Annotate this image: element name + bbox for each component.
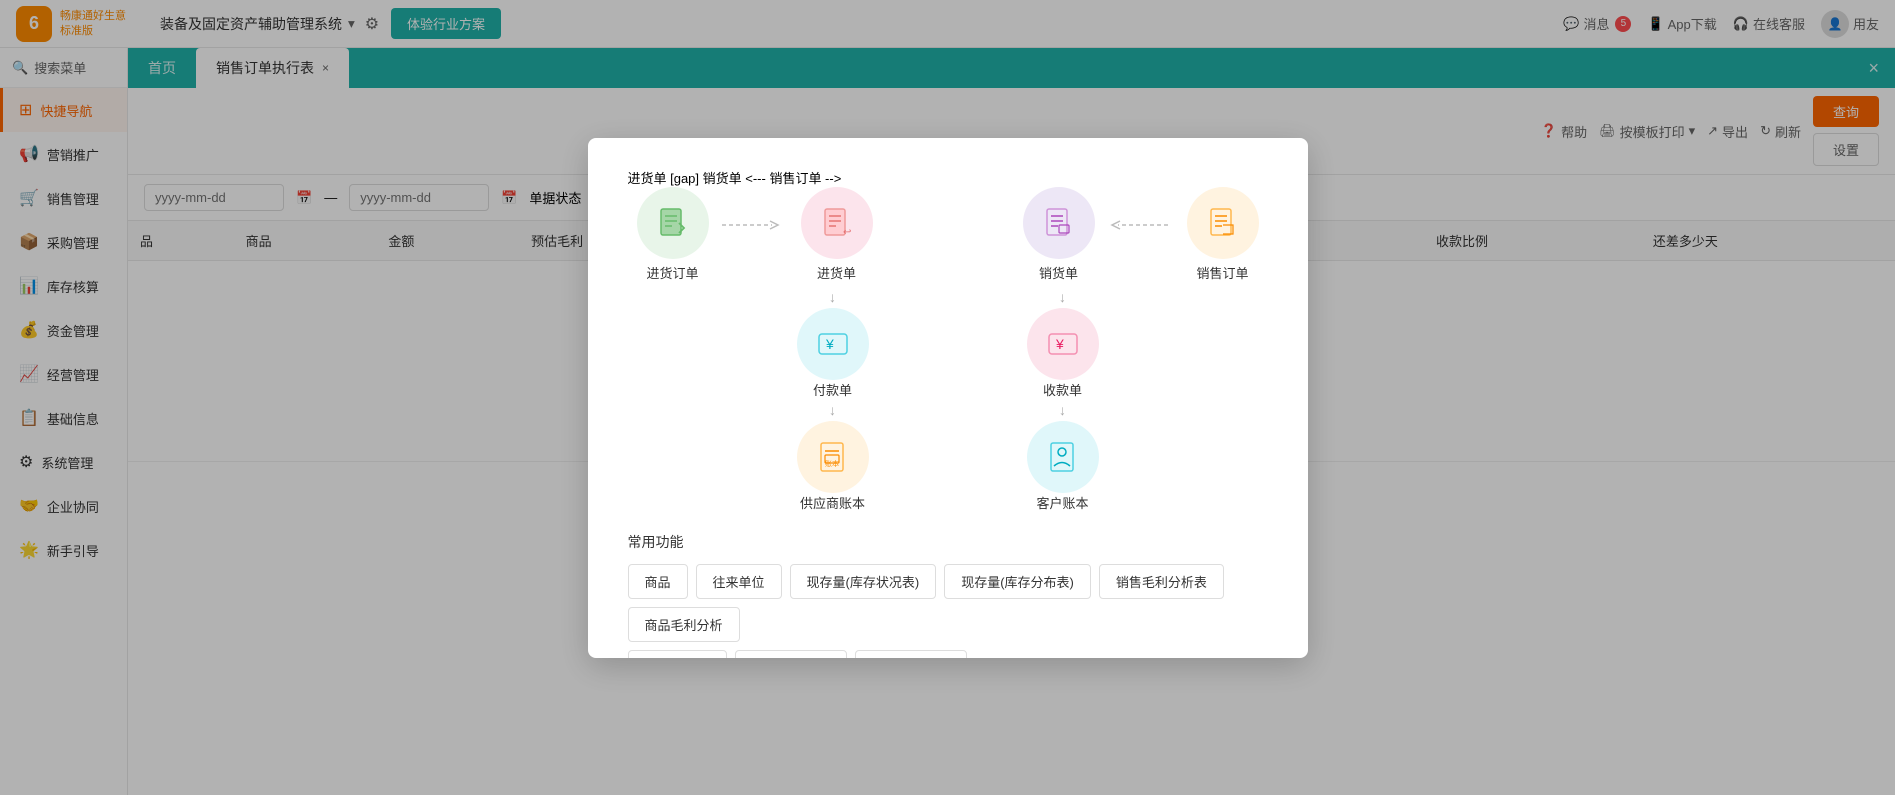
svg-text:账本: 账本 [825, 459, 839, 468]
func-btn-stock-dist[interactable]: 现存量(库存分布表) [944, 564, 1091, 599]
func-btn-receipt-stats[interactable]: 收款情况统计 [735, 650, 847, 658]
func-btn-partner[interactable]: 往来单位 [696, 564, 782, 599]
supplier-ledger-label: 供应商账本 [800, 493, 865, 512]
customer-ledger-label: 客户账本 [1036, 493, 1088, 512]
arrow-down-customer: ↓ [1059, 403, 1066, 417]
flow-node-sales-order[interactable]: 销售订单 [1178, 187, 1268, 282]
arrow-down-supplier: ↓ [829, 403, 836, 417]
func-btn-stock-status[interactable]: 现存量(库存状况表) [790, 564, 937, 599]
func-buttons-row2: 销售排行榜 收款情况统计 付款情况统计 [628, 650, 1268, 658]
payment-bill-icon: ¥ [797, 308, 869, 380]
arrow-down-sales: ↓ [1059, 290, 1066, 304]
receipt-bill-icon: ¥ [1027, 308, 1099, 380]
func-buttons-row: 商品 往来单位 现存量(库存状况表) 现存量(库存分布表) 销售毛利分析表 商品… [628, 564, 1268, 642]
flow-node-purchase-bill[interactable]: ↩ 进货单 [792, 187, 882, 282]
sales-bill-label: 销货单 [1039, 263, 1078, 282]
receipt-bill-label: 收款单 [1043, 380, 1082, 399]
customer-ledger-icon [1027, 421, 1099, 493]
sales-bill-icon [1023, 187, 1095, 259]
modal-body: 进货单 [gap] 销货单 <--- 销售订单 --> [588, 138, 1308, 658]
sales-order-icon [1187, 187, 1259, 259]
arrow-down-purchase: ↓ [829, 290, 836, 304]
purchase-order-icon [637, 187, 709, 259]
func-btn-sales-profit[interactable]: 销售毛利分析表 [1099, 564, 1224, 599]
svg-text:↩: ↩ [843, 227, 851, 238]
payment-bill-label: 付款单 [813, 380, 852, 399]
svg-text:¥: ¥ [1055, 336, 1064, 352]
purchase-bill-icon: ↩ [801, 187, 873, 259]
func-btn-payment-stats[interactable]: 付款情况统计 [855, 650, 967, 658]
supplier-ledger-icon: 账本 [797, 421, 869, 493]
func-btn-goods-profit[interactable]: 商品毛利分析 [628, 607, 740, 642]
purchase-order-label: 进货订单 [646, 263, 698, 282]
func-btn-goods[interactable]: 商品 [628, 564, 688, 599]
flow-diagram: 进货单 [gap] 销货单 <--- 销售订单 --> [628, 168, 1268, 658]
common-functions-title: 常用功能 [628, 532, 1268, 552]
quick-nav-modal: 进货单 [gap] 销货单 <--- 销售订单 --> [588, 138, 1308, 658]
modal-overlay[interactable]: 进货单 [gap] 销货单 <--- 销售订单 --> [0, 0, 1895, 795]
purchase-bill-label: 进货单 [817, 263, 856, 282]
flow-node-sales-bill[interactable]: 销货单 [1014, 187, 1104, 282]
common-functions: 常用功能 商品 往来单位 现存量(库存状况表) 现存量(库存分布表) 销售毛利分… [628, 532, 1268, 658]
sales-order-label: 销售订单 [1196, 263, 1248, 282]
func-btn-sales-rank[interactable]: 销售排行榜 [628, 650, 727, 658]
flow-node-purchase-order[interactable]: 进货订单 [628, 187, 718, 282]
svg-text:¥: ¥ [825, 336, 834, 352]
